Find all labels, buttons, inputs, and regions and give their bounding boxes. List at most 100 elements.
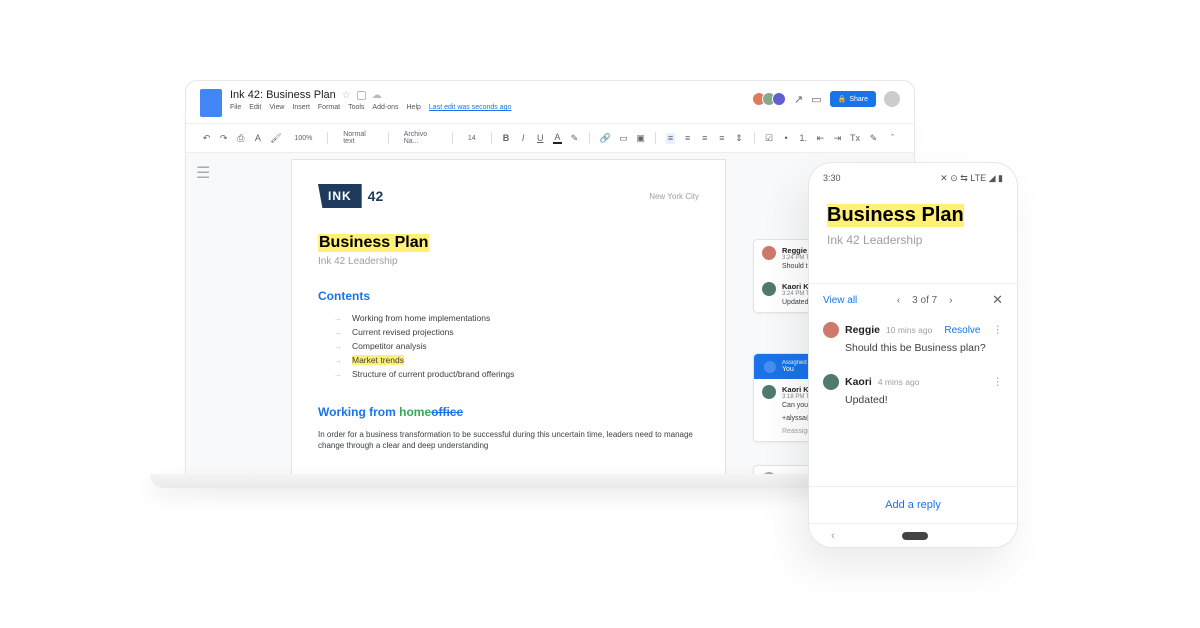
bulleted-list-icon[interactable]: • <box>782 133 791 144</box>
align-center-icon[interactable]: ≡ <box>683 133 692 144</box>
commenter-name: Reggie <box>845 324 880 336</box>
next-comment-icon[interactable]: › <box>949 295 952 306</box>
line-spacing-icon[interactable]: ⇕ <box>734 133 743 144</box>
cloud-status-icon: ☁ <box>372 90 382 101</box>
star-icon[interactable]: ☆ <box>342 90 351 101</box>
mobile-document-view[interactable]: Business Plan Ink 42 Leadership <box>809 190 1017 247</box>
doc-subtitle[interactable]: Ink 42 Leadership <box>318 256 699 267</box>
numbered-list-icon[interactable]: 1. <box>799 133 808 144</box>
toolbar: ↶ ↷ ⎙ A 🖌 100% Normal text Archivo Na...… <box>186 123 914 153</box>
collaborator-avatars[interactable] <box>756 92 786 106</box>
zoom-select[interactable]: 100% <box>290 132 318 145</box>
indent-icon[interactable]: ⇥ <box>833 133 842 144</box>
brand-number: 42 <box>368 188 384 204</box>
table-of-contents: → Working from home implementations → Curr… <box>318 313 699 379</box>
more-options-icon[interactable]: ⋮ <box>993 324 1004 336</box>
collaborator-avatar[interactable] <box>772 92 786 106</box>
view-all-comments-link[interactable]: View all <box>823 295 857 306</box>
print-icon[interactable]: ⎙ <box>236 133 245 144</box>
editing-mode-icon[interactable]: ✎ <box>868 133 879 144</box>
menu-view[interactable]: View <box>269 104 284 111</box>
outline-toggle-icon[interactable]: ☰ <box>196 163 210 177</box>
paint-format-icon[interactable]: 🖌 <box>271 133 282 144</box>
highlight-icon[interactable]: ✎ <box>570 133 579 144</box>
mobile-subtitle[interactable]: Ink 42 Leadership <box>827 233 999 247</box>
toc-arrow-icon: → <box>334 370 342 379</box>
toc-item[interactable]: Competitor analysis <box>352 341 427 351</box>
docs-logo-icon[interactable] <box>200 89 222 117</box>
clear-formatting-icon[interactable]: Tx <box>850 133 860 144</box>
document-page[interactable]: INK 42 New York City Business Plan Ink 4… <box>291 159 726 475</box>
menu-insert[interactable]: Insert <box>292 104 310 111</box>
commenter-avatar <box>762 282 776 296</box>
text-color-icon[interactable]: A <box>553 133 562 144</box>
outdent-icon[interactable]: ⇤ <box>816 133 825 144</box>
comment-pager-label: 3 of 7 <box>912 295 937 306</box>
toc-arrow-icon: → <box>334 314 342 323</box>
underline-icon[interactable]: U <box>536 133 545 144</box>
toc-arrow-icon: → <box>334 342 342 351</box>
menu-bar: File Edit View Insert Format Tools Add-o… <box>230 104 511 111</box>
checklist-icon[interactable]: ☑ <box>764 133 773 144</box>
menu-edit[interactable]: Edit <box>249 104 261 111</box>
body-paragraph[interactable]: In order for a business transformation t… <box>318 429 699 451</box>
commenter-avatar <box>823 322 839 338</box>
comment-text: Updated! <box>845 394 1003 406</box>
toc-item[interactable]: Current revised projections <box>352 327 454 337</box>
mobile-heading-1[interactable]: Business Plan <box>827 204 964 227</box>
suggested-delete: office <box>431 405 463 419</box>
insert-image-icon[interactable]: ▣ <box>636 133 645 144</box>
brand-logo: INK <box>318 184 362 208</box>
font-select[interactable]: Archivo Na... <box>399 128 442 148</box>
add-reply-button[interactable]: Add a reply <box>809 486 1017 523</box>
menu-addons[interactable]: Add-ons <box>372 104 398 111</box>
commenter-avatar <box>762 246 776 260</box>
document-location: New York City <box>649 192 699 201</box>
document-title[interactable]: Ink 42: Business Plan <box>230 89 336 101</box>
last-edit-link[interactable]: Last edit was seconds ago <box>429 104 512 111</box>
italic-icon[interactable]: I <box>519 133 528 144</box>
toc-item[interactable]: Working from home implementations <box>352 313 490 323</box>
menu-file[interactable]: File <box>230 104 241 111</box>
toc-arrow-icon: → <box>334 328 342 337</box>
toc-item[interactable]: Structure of current product/brand offer… <box>352 369 514 379</box>
section-heading[interactable]: Working from homeoffice <box>318 405 699 419</box>
resolve-button[interactable]: Resolve <box>944 325 980 336</box>
home-pill-icon[interactable] <box>902 532 928 540</box>
align-left-icon[interactable]: ≡ <box>666 133 675 144</box>
add-comment-icon[interactable]: ▭ <box>619 133 628 144</box>
commenter-avatar <box>762 385 776 399</box>
move-icon[interactable] <box>357 91 366 100</box>
redo-icon[interactable]: ↷ <box>219 133 228 144</box>
prev-comment-icon[interactable]: ‹ <box>897 295 900 306</box>
section-heading-text: Working from <box>318 405 399 419</box>
align-justify-icon[interactable]: ≡ <box>717 133 726 144</box>
bold-icon[interactable]: B <box>501 133 510 144</box>
menu-help[interactable]: Help <box>407 104 421 111</box>
mobile-comment[interactable]: Kaori 4 mins ago ⋮ Updated! <box>809 368 1017 420</box>
more-options-icon[interactable]: ⋮ <box>993 376 1004 388</box>
contents-heading[interactable]: Contents <box>318 289 699 303</box>
back-icon[interactable]: ‹ <box>831 530 835 542</box>
collapse-toolbar-icon[interactable]: ˆ <box>887 133 898 144</box>
android-nav-bar: ‹ <box>809 523 1017 547</box>
mobile-comment[interactable]: Reggie 10 mins ago Resolve ⋮ Should this… <box>809 316 1017 368</box>
phone-screen: 3:30 ✕ ⊙ ⇆ LTE ◢ ▮ Business Plan Ink 42 … <box>808 162 1018 548</box>
doc-heading-1[interactable]: Business Plan <box>318 234 429 252</box>
paragraph-style-select[interactable]: Normal text <box>338 128 378 148</box>
comments-icon[interactable]: ▭ <box>811 93 821 106</box>
font-size-input[interactable]: 14 <box>463 132 481 145</box>
link-icon[interactable]: 🔗 <box>600 133 611 144</box>
history-icon[interactable]: ↗ <box>794 93 803 106</box>
align-right-icon[interactable]: ≡ <box>700 133 709 144</box>
toc-arrow-icon: → <box>334 356 342 365</box>
assignee-avatar <box>764 361 776 373</box>
menu-tools[interactable]: Tools <box>348 104 364 111</box>
share-button[interactable]: 🔒Share <box>830 91 876 107</box>
undo-icon[interactable]: ↶ <box>202 133 211 144</box>
account-avatar[interactable] <box>884 91 900 107</box>
toc-item[interactable]: Market trends <box>352 355 404 365</box>
menu-format[interactable]: Format <box>318 104 340 111</box>
close-comments-icon[interactable]: ✕ <box>992 292 1003 308</box>
spellcheck-icon[interactable]: A <box>253 133 262 144</box>
